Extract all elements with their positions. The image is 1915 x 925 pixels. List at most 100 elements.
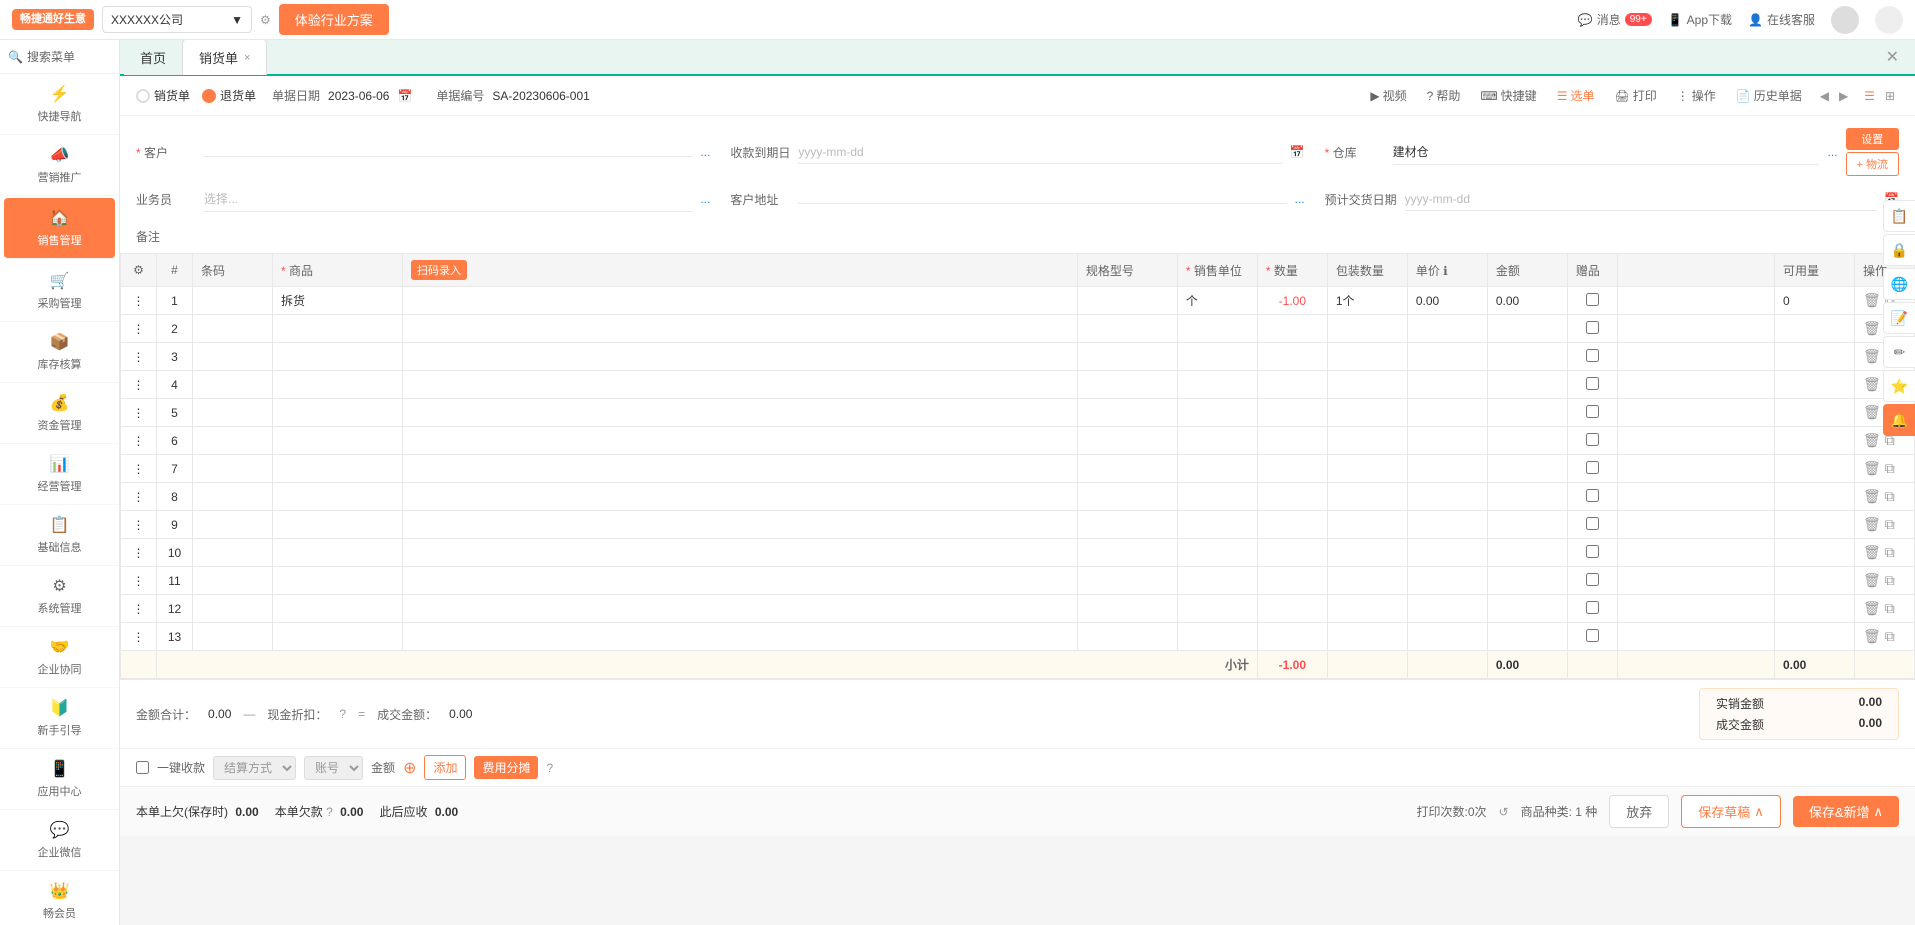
payment-date-input[interactable]: yyyy-mm-dd bbox=[798, 141, 1281, 164]
row-price[interactable] bbox=[1407, 399, 1487, 427]
row-gift[interactable] bbox=[1567, 287, 1617, 315]
delete-icon[interactable]: 🗑 bbox=[1863, 600, 1881, 617]
float-btn-1[interactable]: 📋 bbox=[1883, 200, 1915, 232]
row-qty[interactable] bbox=[1257, 315, 1327, 343]
row-amount[interactable] bbox=[1487, 567, 1567, 595]
app-download-button[interactable]: 📱 App下载 bbox=[1668, 11, 1732, 28]
col-settings[interactable]: ⚙ bbox=[121, 254, 157, 287]
row-barcode[interactable] bbox=[193, 483, 273, 511]
sidebar-item-system[interactable]: ⚙ 系统管理 bbox=[0, 566, 119, 627]
add-btn-circle[interactable]: ⊕ bbox=[403, 758, 416, 778]
row-gift[interactable] bbox=[1567, 539, 1617, 567]
row-pack-qty[interactable] bbox=[1327, 623, 1407, 651]
row-goods[interactable] bbox=[273, 483, 403, 511]
row-spec[interactable] bbox=[1077, 595, 1177, 623]
row-unit[interactable] bbox=[1177, 623, 1257, 651]
row-amount[interactable] bbox=[1487, 623, 1567, 651]
warehouse-suffix[interactable]: ... bbox=[1827, 145, 1837, 159]
save-new-button[interactable]: 保存&新增 ∧ bbox=[1793, 796, 1899, 827]
row-settings[interactable]: ⋮ bbox=[121, 455, 157, 483]
row-unit[interactable]: 个 bbox=[1177, 287, 1257, 315]
copy-icon[interactable]: ⧉ bbox=[1885, 572, 1895, 589]
row-pack-qty[interactable] bbox=[1327, 371, 1407, 399]
tab-home[interactable]: 首页 bbox=[124, 40, 182, 75]
row-settings[interactable]: ⋮ bbox=[121, 399, 157, 427]
radio-return-order[interactable]: 退货单 bbox=[202, 87, 256, 104]
row-qty[interactable] bbox=[1257, 343, 1327, 371]
app-logo[interactable]: 畅捷通好生意 bbox=[12, 9, 94, 30]
row-goods[interactable] bbox=[273, 399, 403, 427]
row-settings[interactable]: ⋮ bbox=[121, 539, 157, 567]
row-qty[interactable] bbox=[1257, 483, 1327, 511]
row-gift[interactable] bbox=[1567, 623, 1617, 651]
sidebar-item-operations[interactable]: 📊 经营管理 bbox=[0, 444, 119, 505]
row-price[interactable] bbox=[1407, 567, 1487, 595]
copy-icon[interactable]: ⧉ bbox=[1885, 460, 1895, 477]
row-unit[interactable] bbox=[1177, 567, 1257, 595]
gear-icon[interactable]: ⚙ bbox=[260, 13, 271, 27]
row-barcode[interactable] bbox=[193, 511, 273, 539]
row-barcode[interactable] bbox=[193, 595, 273, 623]
row-goods[interactable] bbox=[273, 623, 403, 651]
delete-icon[interactable]: 🗑 bbox=[1863, 292, 1881, 309]
row-gift[interactable] bbox=[1567, 315, 1617, 343]
row-qty[interactable] bbox=[1257, 399, 1327, 427]
row-amount[interactable] bbox=[1487, 371, 1567, 399]
action-print[interactable]: 🖨 打印 bbox=[1608, 84, 1662, 107]
row-qty[interactable] bbox=[1257, 567, 1327, 595]
scan-btn[interactable]: 扫码录入 bbox=[411, 260, 467, 280]
row-settings[interactable]: ⋮ bbox=[121, 427, 157, 455]
row-unit[interactable] bbox=[1177, 399, 1257, 427]
row-barcode[interactable] bbox=[193, 399, 273, 427]
delete-icon[interactable]: 🗑 bbox=[1863, 516, 1881, 533]
row-amount[interactable]: 0.00 bbox=[1487, 287, 1567, 315]
row-spec[interactable] bbox=[1077, 371, 1177, 399]
fee-split-button[interactable]: 费用分摊 bbox=[474, 756, 538, 779]
salesperson-input[interactable]: 选择... bbox=[204, 186, 692, 212]
row-price[interactable] bbox=[1407, 455, 1487, 483]
row-gift[interactable] bbox=[1567, 455, 1617, 483]
row-spec[interactable] bbox=[1077, 483, 1177, 511]
calc-method-select[interactable]: 结算方式 bbox=[213, 756, 296, 780]
row-gift[interactable] bbox=[1567, 567, 1617, 595]
trial-button[interactable]: 体验行业方案 bbox=[279, 4, 389, 35]
radio-sales-order[interactable]: 销货单 bbox=[136, 87, 190, 104]
copy-icon[interactable]: ⧉ bbox=[1885, 488, 1895, 505]
row-amount[interactable] bbox=[1487, 343, 1567, 371]
row-qty[interactable] bbox=[1257, 371, 1327, 399]
sidebar-item-member[interactable]: 👑 畅会员 bbox=[0, 871, 119, 925]
action-help[interactable]: ? 帮助 bbox=[1421, 84, 1467, 107]
row-pack-qty[interactable] bbox=[1327, 427, 1407, 455]
row-spec[interactable] bbox=[1077, 623, 1177, 651]
row-spec[interactable] bbox=[1077, 511, 1177, 539]
sidebar-item-basic[interactable]: 📋 基础信息 bbox=[0, 505, 119, 566]
avatar[interactable] bbox=[1831, 6, 1859, 34]
row-price[interactable] bbox=[1407, 539, 1487, 567]
row-spec[interactable] bbox=[1077, 287, 1177, 315]
row-unit[interactable] bbox=[1177, 595, 1257, 623]
sidebar-item-wechat[interactable]: 💬 企业微信 bbox=[0, 810, 119, 871]
delete-icon[interactable]: 🗑 bbox=[1863, 404, 1881, 421]
row-qty[interactable] bbox=[1257, 595, 1327, 623]
row-settings[interactable]: ⋮ bbox=[121, 567, 157, 595]
float-btn-3[interactable]: 🌐 bbox=[1883, 268, 1915, 300]
debt-help-icon[interactable]: ? bbox=[326, 805, 333, 819]
row-goods[interactable] bbox=[273, 343, 403, 371]
row-unit[interactable] bbox=[1177, 455, 1257, 483]
action-history[interactable]: 📄 历史单据 bbox=[1730, 84, 1808, 107]
delete-icon[interactable]: 🗑 bbox=[1863, 320, 1881, 337]
row-settings[interactable]: ⋮ bbox=[121, 623, 157, 651]
row-unit[interactable] bbox=[1177, 483, 1257, 511]
add-button[interactable]: 添加 bbox=[424, 755, 466, 780]
row-goods[interactable] bbox=[273, 455, 403, 483]
sidebar-item-apps[interactable]: 📱 应用中心 bbox=[0, 749, 119, 810]
row-unit[interactable] bbox=[1177, 511, 1257, 539]
delete-icon[interactable]: 🗑 bbox=[1863, 572, 1881, 589]
prev-arrow[interactable]: ◀ bbox=[1816, 87, 1833, 105]
row-barcode[interactable] bbox=[193, 539, 273, 567]
row-unit[interactable] bbox=[1177, 343, 1257, 371]
salesperson-suffix[interactable]: ... bbox=[700, 192, 710, 206]
row-unit[interactable] bbox=[1177, 427, 1257, 455]
row-settings[interactable]: ⋮ bbox=[121, 483, 157, 511]
action-video[interactable]: ▶ 视频 bbox=[1364, 84, 1412, 107]
